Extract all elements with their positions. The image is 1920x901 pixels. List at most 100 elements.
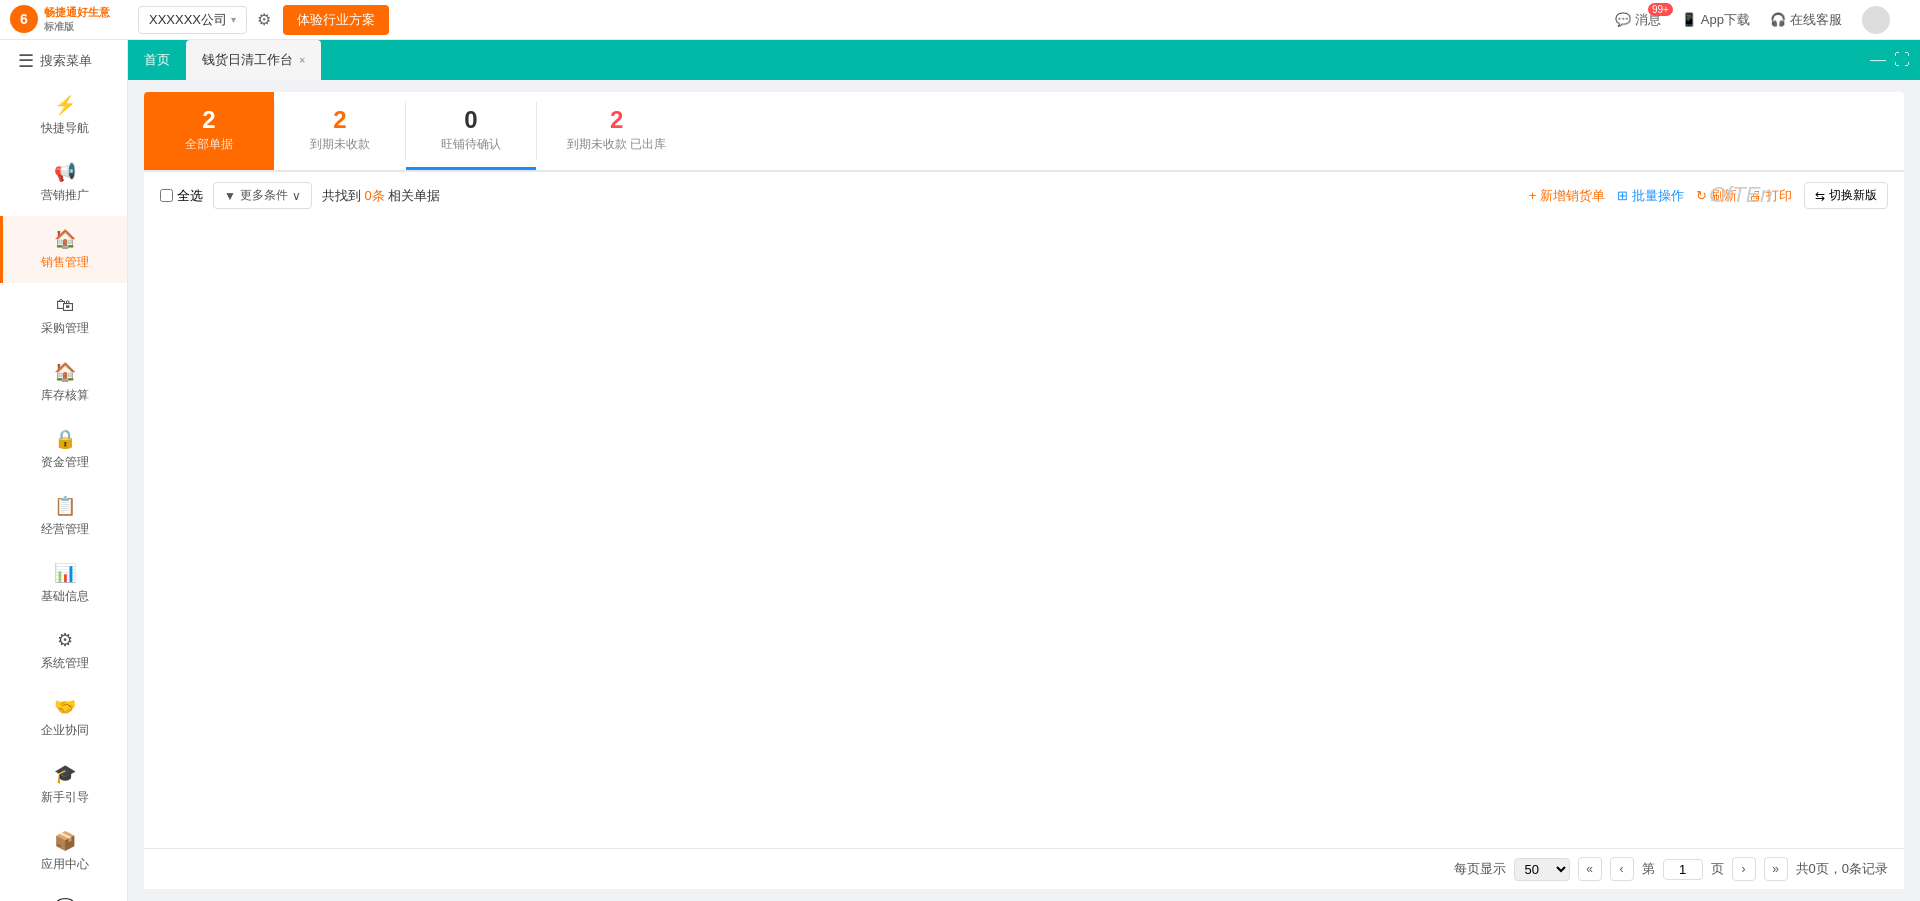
select-all-checkbox[interactable]: 全选	[160, 187, 203, 205]
stat-card-overdue[interactable]: 2 到期未收款	[275, 92, 405, 170]
tab-close-icon[interactable]: ×	[299, 54, 305, 66]
quick-nav-icon: ⚡	[54, 94, 76, 116]
prev-page-icon: ‹	[1620, 862, 1624, 876]
company-name: XXXXXX公司	[149, 11, 227, 29]
sidebar: ☰ 搜索菜单 ⚡ 快捷导航 📢 营销推广 🏠 销售管理 🛍 采购管理 🏠 库存核…	[0, 40, 128, 901]
minimize-icon[interactable]: —	[1870, 51, 1886, 69]
finance-icon: 🔒	[54, 428, 76, 450]
top-header: 6 畅捷通好生意 标准版 XXXXXX公司 ▾ ⚙ 体验行业方案 💬 消息 99…	[0, 0, 1920, 40]
stat-card-wangpu[interactable]: 0 旺铺待确认	[406, 92, 536, 170]
stat-label-wangpu: 旺铺待确认	[436, 136, 506, 153]
tab-bar-right: — ⛶	[1870, 51, 1920, 69]
stat-label-overdue: 到期未收款	[305, 136, 375, 153]
sidebar-label-app-center: 应用中心	[41, 856, 89, 873]
home-tab-label: 首页	[144, 51, 170, 69]
print-button[interactable]: 🖨 打印	[1749, 187, 1792, 205]
sidebar-item-finance[interactable]: 🔒 资金管理	[0, 416, 127, 483]
stat-number-overdue: 2	[305, 106, 375, 134]
sidebar-item-marketing[interactable]: 📢 营销推广	[0, 149, 127, 216]
system-icon: ⚙	[57, 629, 73, 651]
guide-icon: 🎓	[54, 763, 76, 785]
filter-button[interactable]: ▼ 更多条件 ∨	[213, 182, 312, 209]
batch-action-button[interactable]: ⊞ 批量操作	[1617, 187, 1684, 205]
switch-version-button[interactable]: ⇆ 切换新版	[1804, 182, 1888, 209]
stat-number-all: 2	[174, 106, 244, 134]
sidebar-item-wechat[interactable]: 💬 企业微信	[0, 885, 127, 901]
logo-area: 6 畅捷通好生意 标准版	[10, 5, 138, 33]
stat-number-wangpu: 0	[436, 106, 506, 134]
found-suffix: 相关单据	[388, 188, 440, 203]
service-icon: 🎧	[1770, 12, 1786, 27]
batch-icon: ⊞	[1617, 188, 1628, 203]
header-right: 💬 消息 99+ 📱 App下载 🎧 在线客服	[1615, 6, 1910, 34]
download-icon: 📱	[1681, 12, 1697, 27]
last-page-button[interactable]: »	[1764, 857, 1788, 881]
trial-button[interactable]: 体验行业方案	[283, 5, 389, 35]
batch-label: 批量操作	[1632, 187, 1684, 205]
sidebar-item-purchase[interactable]: 🛍 采购管理	[0, 283, 127, 349]
refresh-icon: ↻	[1696, 188, 1707, 203]
filter-chevron-icon: ∨	[292, 189, 301, 203]
sidebar-label-purchase: 采购管理	[41, 320, 89, 337]
online-service-button[interactable]: 🎧 在线客服	[1770, 11, 1842, 29]
sidebar-item-app-center[interactable]: 📦 应用中心	[0, 818, 127, 885]
total-info: 共0页，0条记录	[1796, 860, 1888, 878]
print-label: 打印	[1766, 187, 1792, 205]
last-page-icon: »	[1772, 862, 1779, 876]
sidebar-item-enterprise[interactable]: 🤝 企业协同	[0, 684, 127, 751]
messages-button[interactable]: 💬 消息 99+	[1615, 11, 1661, 29]
sidebar-label-system: 系统管理	[41, 655, 89, 672]
logo-icon: 6	[10, 5, 38, 33]
sidebar-item-system[interactable]: ⚙ 系统管理	[0, 617, 127, 684]
switch-label: 切换新版	[1829, 187, 1877, 204]
refresh-button[interactable]: ↻ 刷新	[1696, 187, 1737, 205]
sidebar-item-basic-info[interactable]: 📊 基础信息	[0, 550, 127, 617]
filter-icon: ▼	[224, 189, 236, 203]
sidebar-label-basic-info: 基础信息	[41, 588, 89, 605]
sidebar-item-quick-nav[interactable]: ⚡ 快捷导航	[0, 82, 127, 149]
stat-label-all: 全部单据	[174, 136, 244, 153]
prev-page-button[interactable]: ‹	[1610, 857, 1634, 881]
sidebar-label-search: 搜索菜单	[40, 52, 92, 70]
operations-icon: 📋	[54, 495, 76, 517]
per-page-select[interactable]: 50 100 200	[1514, 858, 1570, 881]
enterprise-icon: 🤝	[54, 696, 76, 718]
sidebar-label-marketing: 营销推广	[41, 187, 89, 204]
sales-icon: 🏠	[54, 228, 76, 250]
tab-bar: 首页 钱货日清工作台 × — ⛶	[128, 40, 1920, 80]
found-count: 0条	[365, 188, 385, 203]
sidebar-item-inventory[interactable]: 🏠 库存核算	[0, 349, 127, 416]
stat-card-shipped[interactable]: 2 到期未收款 已出库	[537, 92, 696, 170]
sidebar-item-search-menu[interactable]: ☰ 搜索菜单	[0, 40, 127, 82]
avatar[interactable]	[1862, 6, 1890, 34]
company-selector[interactable]: XXXXXX公司 ▾	[138, 6, 247, 34]
new-order-button[interactable]: + 新增销货单	[1529, 187, 1605, 205]
maximize-icon[interactable]: ⛶	[1894, 51, 1910, 69]
tab-home[interactable]: 首页	[128, 40, 186, 80]
sidebar-label-quick-nav: 快捷导航	[41, 120, 89, 137]
sidebar-item-sales[interactable]: 🏠 销售管理	[0, 216, 127, 283]
page-word: 第	[1642, 860, 1655, 878]
refresh-label: 刷新	[1711, 187, 1737, 205]
tab-active[interactable]: 钱货日清工作台 ×	[186, 40, 321, 80]
page-input[interactable]	[1663, 859, 1703, 880]
stats-bar: 2 全部单据 2 到期未收款 0 旺铺待确认 2 到期未收款 已出库	[144, 92, 1904, 171]
next-page-icon: ›	[1742, 862, 1746, 876]
marketing-icon: 📢	[54, 161, 76, 183]
sidebar-item-operations[interactable]: 📋 经营管理	[0, 483, 127, 550]
sidebar-item-guide[interactable]: 🎓 新手引导	[0, 751, 127, 818]
stat-card-all[interactable]: 2 全部单据	[144, 92, 274, 170]
next-page-button[interactable]: ›	[1732, 857, 1756, 881]
sidebar-label-operations: 经营管理	[41, 521, 89, 538]
first-page-button[interactable]: «	[1578, 857, 1602, 881]
settings-icon[interactable]: ⚙	[257, 10, 271, 29]
purchase-icon: 🛍	[56, 295, 74, 316]
select-all-input[interactable]	[160, 189, 173, 202]
select-all-label: 全选	[177, 187, 203, 205]
app-download-button[interactable]: 📱 App下载	[1681, 11, 1750, 29]
table-area	[144, 219, 1904, 848]
print-icon: 🖨	[1749, 188, 1762, 203]
page-word-2: 页	[1711, 860, 1724, 878]
chevron-down-icon: ▾	[231, 14, 236, 25]
sidebar-label-finance: 资金管理	[41, 454, 89, 471]
